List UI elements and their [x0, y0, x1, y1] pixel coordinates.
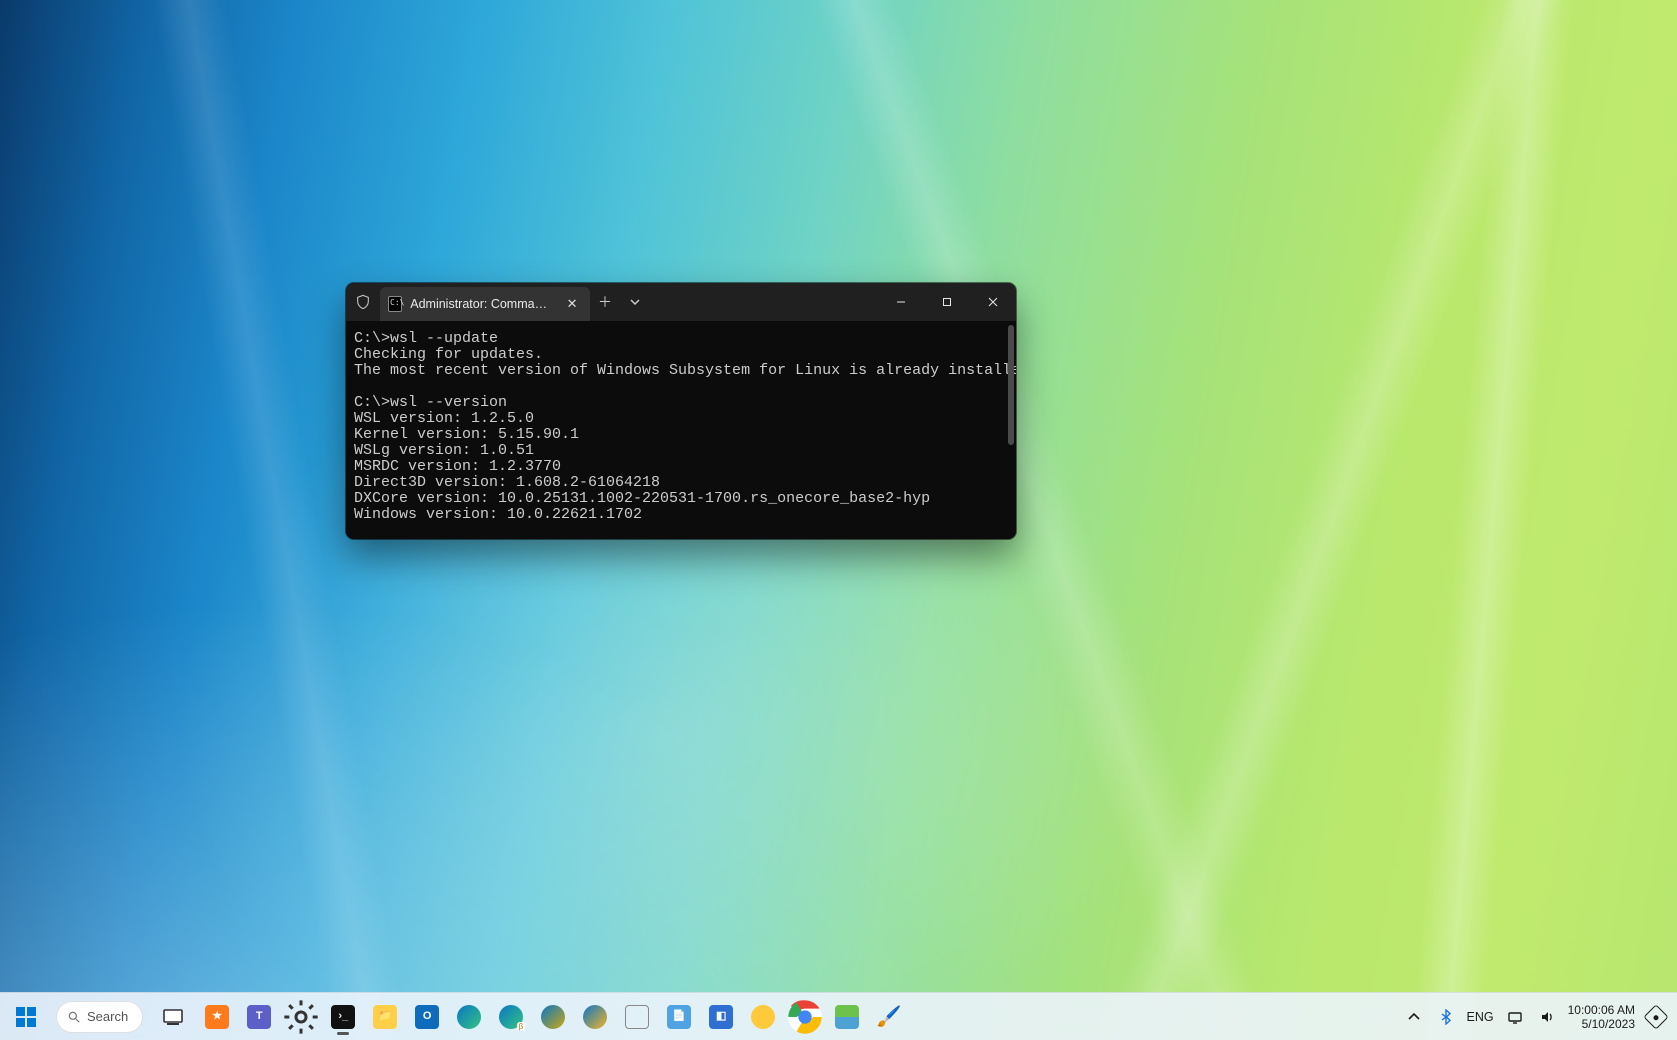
task-view-button[interactable]: [153, 997, 193, 1037]
network-icon[interactable]: [1504, 1006, 1526, 1028]
gear-icon: [281, 997, 321, 1037]
notifications-button[interactable]: [1645, 1006, 1667, 1028]
terminal-output[interactable]: C:\>wsl --update Checking for updates. T…: [346, 321, 1016, 539]
terminal-line: DXCore version: 10.0.25131.1002-220531-1…: [354, 490, 930, 507]
terminal-line: Windows version: 10.0.22621.1702: [354, 506, 642, 523]
taskbar-app-11[interactable]: [827, 997, 867, 1037]
close-button[interactable]: [970, 283, 1016, 321]
tray-overflow-button[interactable]: [1403, 1006, 1425, 1028]
taskbar-app-explorer[interactable]: 📁: [365, 997, 405, 1037]
language-indicator[interactable]: ENG: [1467, 1010, 1494, 1024]
search-placeholder: Search: [87, 1009, 128, 1024]
taskbar-app-edge-canary[interactable]: [575, 997, 615, 1037]
taskbar-app-edge-beta[interactable]: β: [491, 997, 531, 1037]
taskbar-app-terminal[interactable]: ›_: [323, 997, 363, 1037]
volume-icon[interactable]: [1536, 1006, 1558, 1028]
taskbar: Search ★ T ›_ 📁 O β 📄 ◧ 🖌️: [0, 992, 1677, 1040]
taskbar-app-settings[interactable]: [281, 997, 321, 1037]
bluetooth-icon[interactable]: [1435, 1006, 1457, 1028]
minimize-button[interactable]: [878, 283, 924, 321]
terminal-line: Checking for updates.: [354, 346, 543, 363]
window-titlebar[interactable]: Administrator: Command Pro ✕ ＋: [346, 283, 1016, 321]
clock-time: 10:00:06 AM: [1568, 1003, 1635, 1017]
new-tab-button[interactable]: ＋: [590, 292, 620, 312]
terminal-line: WSL version: 1.2.5.0: [354, 410, 534, 427]
taskbar-clock[interactable]: 10:00:06 AM 5/10/2023: [1568, 1003, 1635, 1031]
taskbar-search[interactable]: Search: [56, 1001, 143, 1033]
taskbar-app-1[interactable]: ★: [197, 997, 237, 1037]
search-icon: [67, 1010, 81, 1024]
maximize-button[interactable]: [924, 283, 970, 321]
tab-dropdown-button[interactable]: [620, 297, 650, 307]
taskbar-app-teams[interactable]: T: [239, 997, 279, 1037]
system-tray: ENG 10:00:06 AM 5/10/2023: [1403, 1003, 1671, 1031]
taskbar-app-edge[interactable]: [449, 997, 489, 1037]
terminal-line: Direct3D version: 1.608.2-61064218: [354, 474, 660, 491]
terminal-line: C:\>wsl --update: [354, 330, 498, 347]
taskbar-app-paint[interactable]: 🖌️: [869, 997, 909, 1037]
admin-shield-icon: [346, 294, 380, 310]
terminal-window: Administrator: Command Pro ✕ ＋ C:\>wsl -…: [346, 283, 1016, 539]
clock-date: 5/10/2023: [1568, 1017, 1635, 1031]
taskbar-app-chrome[interactable]: [785, 997, 825, 1037]
taskbar-app-edge-dev[interactable]: [533, 997, 573, 1037]
terminal-line: MSRDC version: 1.2.3770: [354, 458, 561, 475]
taskbar-app-6[interactable]: [617, 997, 657, 1037]
terminal-line: The most recent version of Windows Subsy…: [354, 362, 1016, 379]
tab-close-button[interactable]: ✕: [564, 295, 580, 313]
taskbar-app-8[interactable]: ◧: [701, 997, 741, 1037]
terminal-tab[interactable]: Administrator: Command Pro ✕: [380, 287, 590, 321]
terminal-line: Kernel version: 5.15.90.1: [354, 426, 579, 443]
taskbar-app-outlook[interactable]: O: [407, 997, 447, 1037]
tab-title: Administrator: Command Pro: [410, 297, 550, 311]
terminal-line: WSLg version: 1.0.51: [354, 442, 534, 459]
cmd-icon: [388, 296, 402, 312]
start-button[interactable]: [6, 997, 46, 1037]
taskbar-app-9[interactable]: [743, 997, 783, 1037]
terminal-line: C:\>wsl --version: [354, 394, 507, 411]
taskbar-app-notepad[interactable]: 📄: [659, 997, 699, 1037]
scrollbar[interactable]: [1008, 325, 1014, 445]
